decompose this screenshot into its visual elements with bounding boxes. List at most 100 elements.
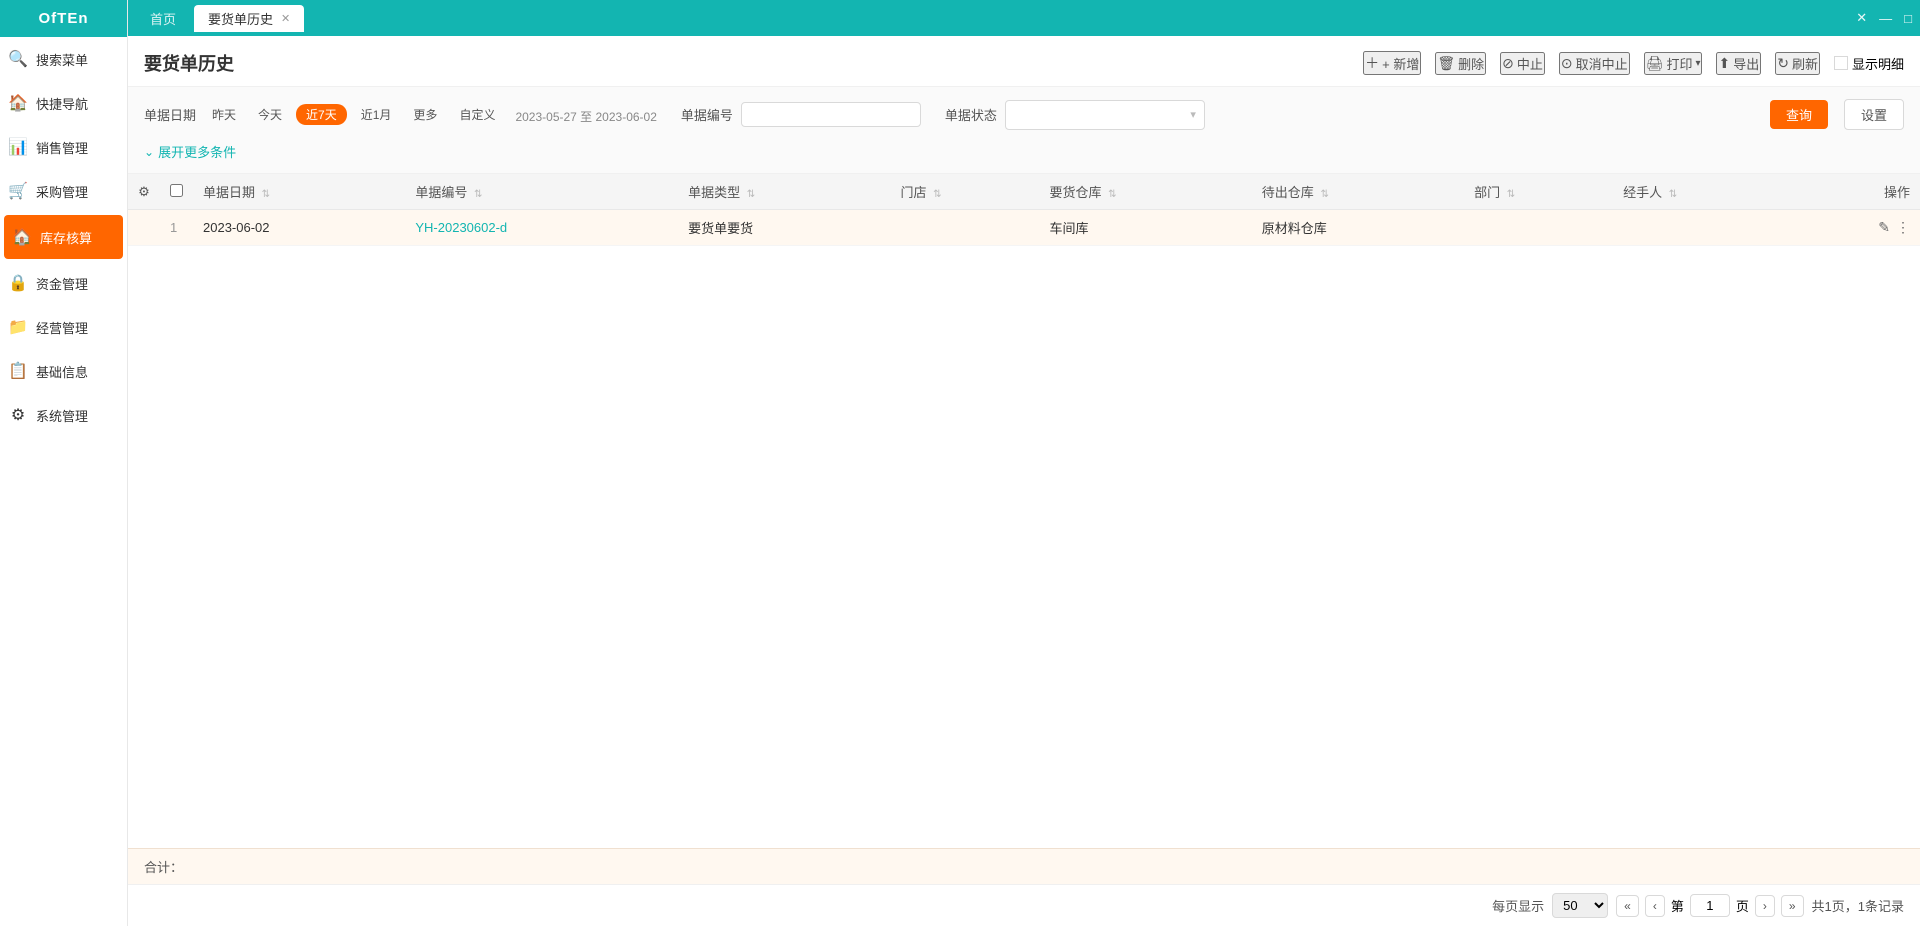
page-title: 要货单历史 xyxy=(144,50,234,76)
per-page-label: 每页显示 xyxy=(1492,896,1544,915)
expand-icon: ⌄ xyxy=(144,145,154,159)
sidebar-item-system-label: 系统管理 xyxy=(36,406,88,425)
sidebar-item-search[interactable]: 🔍 搜索菜单 xyxy=(0,37,127,81)
sort-doc-no-icon[interactable]: ⇅ xyxy=(474,189,482,200)
status-select[interactable]: ▾ xyxy=(1005,100,1205,130)
th-action: 操作 xyxy=(1794,174,1920,210)
doc-date-value: 2023-06-02 xyxy=(203,220,270,235)
sidebar-item-quicknav-label: 快捷导航 xyxy=(36,94,88,113)
sort-doc-date-icon[interactable]: ⇅ xyxy=(262,189,270,200)
date-btn-last-month[interactable]: 近1月 xyxy=(353,104,400,125)
display-detail-checkbox[interactable] xyxy=(1834,56,1848,70)
date-btn-yesterday[interactable]: 昨天 xyxy=(204,104,244,125)
date-filter: 单据日期 昨天 今天 近7天 近1月 更多 自定义 2023-05-27 至 2… xyxy=(144,104,657,125)
sidebar-item-purchase[interactable]: 🛒 采购管理 xyxy=(0,169,127,213)
window-close-btn[interactable]: ✕ xyxy=(1856,10,1867,26)
last-page-btn[interactable]: » xyxy=(1781,895,1804,917)
page-number-input[interactable] xyxy=(1690,894,1730,917)
th-doc-date-label: 单据日期 xyxy=(203,185,255,200)
cancel-suspend-label: 取消中止 xyxy=(1576,54,1628,73)
next-page-btn[interactable]: › xyxy=(1755,895,1775,917)
refresh-label: 刷新 xyxy=(1792,54,1818,73)
th-req-warehouse: 要货仓库 ⇅ xyxy=(1039,174,1251,210)
status-filter: 单据状态 ▾ xyxy=(945,100,1205,130)
new-button[interactable]: ＋ + 新增 xyxy=(1363,51,1421,75)
sidebar-item-finance-label: 资金管理 xyxy=(36,274,88,293)
th-doc-type-label: 单据类型 xyxy=(688,185,740,200)
th-handler-label: 经手人 xyxy=(1623,185,1662,200)
sort-store-icon[interactable]: ⇅ xyxy=(933,189,941,200)
doc-no-input[interactable] xyxy=(741,102,921,127)
sort-dept-icon[interactable]: ⇅ xyxy=(1507,189,1515,200)
th-handler: 经手人 ⇅ xyxy=(1613,174,1794,210)
prev-page-btn[interactable]: ‹ xyxy=(1645,895,1665,917)
sidebar-item-sales-label: 销售管理 xyxy=(36,138,88,157)
tab-home[interactable]: 首页 xyxy=(136,5,190,32)
sidebar-item-baseinfo-label: 基础信息 xyxy=(36,362,88,381)
sidebar-item-operations[interactable]: 📁 经营管理 xyxy=(0,305,127,349)
sidebar-item-inventory[interactable]: 🏠 库存核算 xyxy=(4,215,123,259)
export-button[interactable]: ⬆ 导出 xyxy=(1716,52,1761,75)
sidebar-item-search-label: 搜索菜单 xyxy=(36,50,88,69)
date-btn-more[interactable]: 更多 xyxy=(405,104,445,125)
th-store: 门店 ⇅ xyxy=(891,174,1040,210)
more-action-icon[interactable]: ⋮ xyxy=(1896,219,1910,236)
th-settings: ⚙ xyxy=(128,174,160,210)
date-btn-today[interactable]: 今天 xyxy=(250,104,290,125)
page-size-select[interactable]: 50 100 200 xyxy=(1552,893,1608,918)
cart-icon: 🛒 xyxy=(8,181,28,201)
cancel-suspend-button[interactable]: ⊙ 取消中止 xyxy=(1559,52,1630,75)
suspend-button[interactable]: ⊘ 中止 xyxy=(1500,52,1545,75)
print-icon: 🖨 xyxy=(1646,55,1664,72)
tab-requisition-history[interactable]: 要货单历史 ✕ xyxy=(194,5,304,32)
main-area: 首页 要货单历史 ✕ ✕ — □ 要货单历史 ＋ + 新增 🗑 删除 xyxy=(128,0,1920,926)
sidebar-item-quick-nav[interactable]: 🏠 快捷导航 xyxy=(0,81,127,125)
expand-btn-label: 展开更多条件 xyxy=(158,142,236,161)
td-store xyxy=(891,210,1040,246)
delete-button[interactable]: 🗑 删除 xyxy=(1435,52,1486,75)
td-doc-date: 2023-06-02 xyxy=(193,210,405,246)
display-detail-toggle[interactable]: 显示明细 xyxy=(1834,54,1904,73)
td-handler xyxy=(1613,210,1794,246)
sidebar-item-operations-label: 经营管理 xyxy=(36,318,88,337)
expand-more-btn[interactable]: ⌄ 展开更多条件 xyxy=(144,142,236,161)
toolbar: ＋ + 新增 🗑 删除 ⊘ 中止 ⊙ 取消中止 🖨 打印 xyxy=(1363,51,1904,75)
doc-no-link[interactable]: YH-20230602-d xyxy=(415,220,507,235)
sort-doc-type-icon[interactable]: ⇅ xyxy=(747,189,755,200)
doc-icon: 📋 xyxy=(8,361,28,381)
print-button[interactable]: 🖨 打印 ▾ xyxy=(1644,52,1703,75)
sidebar-item-system[interactable]: ⚙ 系统管理 xyxy=(0,393,127,437)
search-icon: 🔍 xyxy=(8,49,28,69)
query-button[interactable]: 查询 xyxy=(1770,100,1828,129)
table-settings-icon[interactable]: ⚙ xyxy=(138,184,150,199)
sort-pending-wh-icon[interactable]: ⇅ xyxy=(1320,189,1328,200)
date-btn-custom[interactable]: 自定义 xyxy=(451,104,503,125)
filter-area: 单据日期 昨天 今天 近7天 近1月 更多 自定义 2023-05-27 至 2… xyxy=(128,87,1920,174)
sort-req-wh-icon[interactable]: ⇅ xyxy=(1108,189,1116,200)
td-checkbox: 1 xyxy=(160,210,193,246)
select-all-checkbox[interactable] xyxy=(170,184,183,197)
stop-icon: ⊘ xyxy=(1502,55,1514,72)
sidebar-item-base-info[interactable]: 📋 基础信息 xyxy=(0,349,127,393)
lock-icon: 🔒 xyxy=(8,273,28,293)
sort-handler-icon[interactable]: ⇅ xyxy=(1669,189,1677,200)
cancel-icon: ⊙ xyxy=(1561,55,1573,72)
settings-button[interactable]: 设置 xyxy=(1844,99,1904,130)
sidebar-item-finance[interactable]: 🔒 资金管理 xyxy=(0,261,127,305)
page-header: 要货单历史 ＋ + 新增 🗑 删除 ⊘ 中止 ⊙ 取消中止 xyxy=(128,36,1920,87)
window-minimize-btn[interactable]: — xyxy=(1879,11,1892,26)
date-btn-last7[interactable]: 近7天 xyxy=(296,104,347,125)
refresh-button[interactable]: ↻ 刷新 xyxy=(1775,52,1820,75)
date-filter-label: 单据日期 xyxy=(144,105,196,124)
window-maximize-btn[interactable]: □ xyxy=(1904,11,1912,26)
edit-action-icon[interactable]: ✎ xyxy=(1878,219,1890,236)
row-num: 1 xyxy=(170,220,177,235)
first-page-btn[interactable]: « xyxy=(1616,895,1639,917)
doc-no-filter: 单据编号 xyxy=(681,102,921,127)
logo-text: OfTEn xyxy=(39,10,89,27)
refresh-icon: ↻ xyxy=(1777,55,1789,72)
date-range-display: 2023-05-27 至 2023-06-02 xyxy=(515,110,656,124)
trash-icon: 🗑 xyxy=(1437,55,1455,72)
tab-close-icon[interactable]: ✕ xyxy=(281,12,290,25)
sidebar-item-sales[interactable]: 📊 销售管理 xyxy=(0,125,127,169)
